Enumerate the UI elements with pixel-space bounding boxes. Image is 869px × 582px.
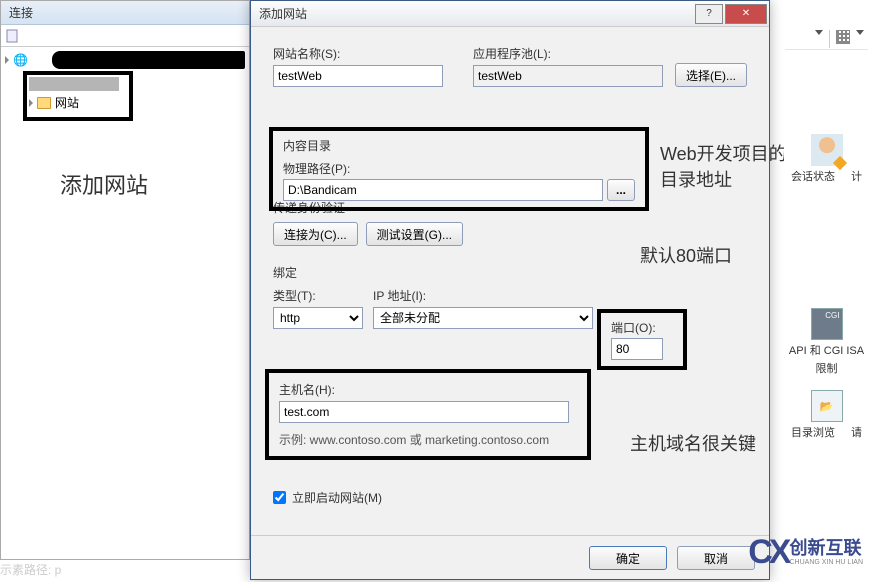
host-example-text: 示例: www.contoso.com 或 marketing.contoso.… [279,431,577,448]
logo-sub-text: CHUANG XIN HU LIAN [789,559,863,567]
tree-item-sites[interactable]: 网站 [29,94,127,111]
start-immediately-checkbox[interactable] [273,491,286,504]
feature-session-state[interactable]: 会话状态计 [785,134,868,184]
annotation-box-path: 内容目录 物理路径(P): ... [269,127,649,211]
tree-highlight-box: 网站 [23,71,133,121]
separator [829,30,830,48]
close-button[interactable]: ✕ [725,4,767,24]
host-input[interactable] [279,401,569,423]
site-name-input[interactable] [273,65,443,87]
annotation-box-host: 主机名(H): 示例: www.contoso.com 或 marketing.… [265,369,591,460]
feature-label: API 和 CGI ISA [789,342,864,358]
host-label: 主机名(H): [279,383,335,397]
annotation-box-port: 端口(O): [597,309,687,370]
logo-main-text: 创新互联 [789,539,863,559]
redacted-server-name [52,51,245,69]
test-settings-button[interactable]: 测试设置(G)... [366,222,463,246]
doc-icon[interactable] [5,28,21,44]
feature-dir-browse[interactable]: 📂 目录浏览请 [785,390,868,440]
port-label: 端口(O): [611,321,656,335]
globe-icon: 🌐 [13,53,28,67]
annotation-port-note: 默认80端口 [640,242,732,268]
ip-label: IP 地址(I): [373,287,747,304]
expand-icon[interactable] [5,56,9,64]
connection-panel: 连接 🌐 网站 [0,0,250,560]
annotation-host-note: 主机域名很关键 [630,430,756,456]
feature-label-sub: 限制 [816,360,838,376]
connection-toolbar [1,25,249,47]
dropdown-icon[interactable] [815,30,823,35]
annotation-path-note: Web开发项目的目录地址 [660,140,790,192]
select-app-pool-button[interactable]: 选择(E)... [675,63,747,87]
cgi-icon: CGI [811,308,843,340]
feature-label-partial: 请 [851,424,862,440]
brand-logo: CX 创新互联 CHUANG XIN HU LIAN [748,533,863,572]
dialog-title: 添加网站 [259,5,307,22]
person-icon [811,134,843,166]
feature-label-partial: 计 [851,168,862,184]
logo-icon: CX [748,533,787,572]
folder-icon [37,97,51,109]
app-pool-input [473,65,663,87]
start-immediately-label: 立即启动网站(M) [292,489,382,506]
content-dir-group-title: 内容目录 [283,137,635,154]
physical-path-label: 物理路径(P): [283,162,350,176]
grid-view-icon[interactable] [836,30,850,44]
add-site-dialog: 添加网站 ? ✕ 网站名称(S): 应用程序池(L): 选择(E)... 内容目… [250,0,770,580]
dialog-title-bar: 添加网站 ? ✕ [251,1,769,27]
feature-label: 目录浏览 [791,424,835,440]
refresh-icon[interactable] [25,28,41,44]
bottom-partial-text: 示素路径: p [0,561,61,578]
type-label: 类型(T): [273,287,363,304]
connect-as-button[interactable]: 连接为(C)... [273,222,358,246]
dropdown-icon[interactable] [856,30,864,35]
connection-tree: 🌐 网站 [1,47,249,125]
ok-button[interactable]: 确定 [589,546,667,570]
connection-panel-title: 连接 [1,1,249,25]
ip-select[interactable]: 全部未分配 [373,307,593,329]
dialog-footer: 确定 取消 [251,535,769,579]
feature-label: 会话状态 [791,168,835,184]
annotation-add-site: 添加网站 [60,168,148,200]
help-button[interactable]: ? [695,4,723,24]
browse-path-button[interactable]: ... [607,179,635,201]
view-toolbar [785,28,868,50]
redacted-item [29,77,119,91]
type-select[interactable]: http [273,307,363,329]
site-name-label: 网站名称(S): [273,45,461,62]
tree-sites-label: 网站 [55,94,79,111]
physical-path-input[interactable] [283,179,603,201]
app-pool-label: 应用程序池(L): [473,45,663,62]
feature-isapi-cgi[interactable]: CGI API 和 CGI ISA 限制 [785,308,868,376]
expand-icon[interactable] [29,99,33,107]
cancel-button[interactable]: 取消 [677,546,755,570]
browse-folder-icon: 📂 [811,390,843,422]
port-input[interactable] [611,338,663,360]
right-icon-strip: 会话状态计 CGI API 和 CGI ISA 限制 📂 目录浏览请 [784,28,868,568]
